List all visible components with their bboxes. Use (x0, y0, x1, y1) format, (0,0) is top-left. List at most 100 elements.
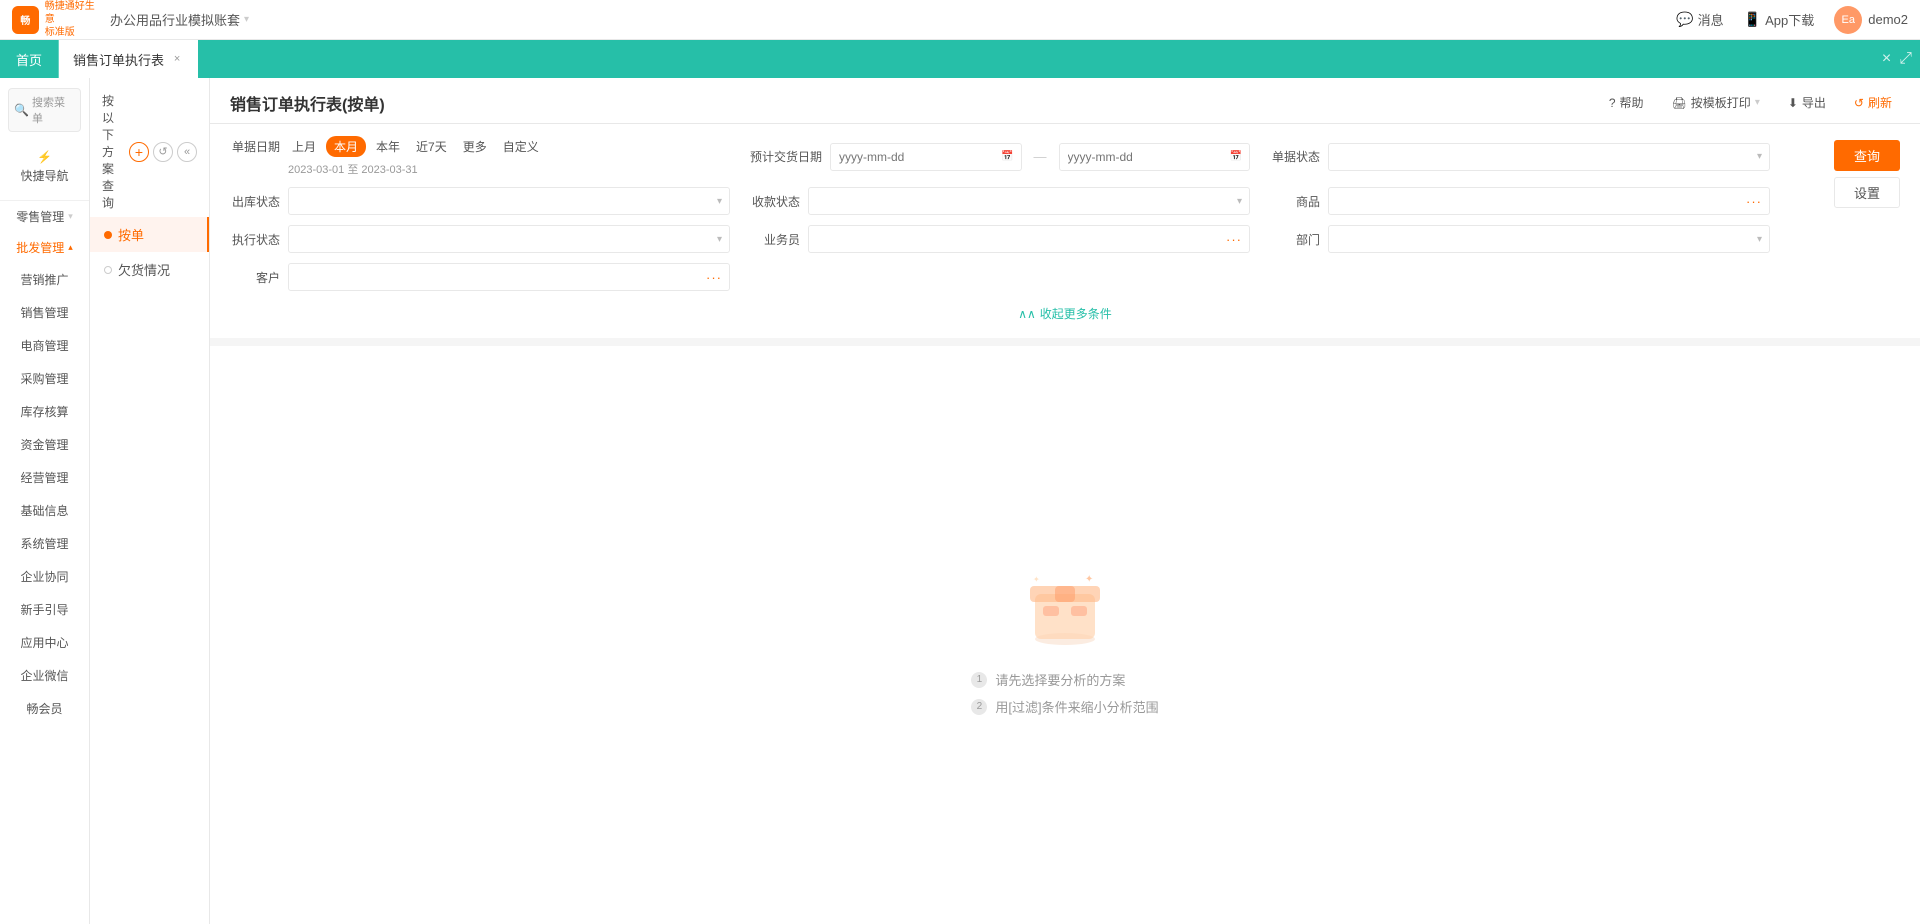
tab-active[interactable]: 销售订单执行表 × (59, 40, 198, 78)
filter-customer-field: 客户 ··· (230, 263, 730, 291)
customer-input-wrap: ··· (288, 263, 730, 291)
hint-text-1: 请先选择要分析的方案 (995, 670, 1125, 689)
filter-grid: 单据日期 上月 本月 本年 近7天 更多 自定义 2023-03-01 至 20… (230, 136, 1900, 177)
collapse-icon: ∧∧ (1018, 307, 1036, 321)
tab-home-label: 首页 (16, 50, 42, 69)
scheme-item-by-order[interactable]: 按单 (90, 217, 209, 252)
page-actions: ? 帮助 🖨 按模板打印 ▾ ⬇ 导出 ↺ 刷新 (1601, 90, 1900, 115)
active-dot (104, 231, 112, 239)
sidebar-item-purchase[interactable]: 采购管理 (0, 362, 89, 395)
sidebar-item-finance[interactable]: 资金管理 (0, 428, 89, 461)
sidebar-label-purchase: 采购管理 (20, 370, 68, 387)
sidebar-item-inventory[interactable]: 库存核算 (0, 395, 89, 428)
date-btn-last-month[interactable]: 上月 (286, 136, 322, 157)
sidebar-item-system[interactable]: 系统管理 (0, 527, 89, 560)
refresh-scheme-button[interactable]: ↺ (153, 142, 173, 162)
salesperson-picker-icon[interactable]: ··· (1226, 232, 1242, 247)
sidebar-quick-nav: ⚡ 快捷导航 (0, 138, 89, 200)
logo-icon: 畅 (12, 6, 39, 34)
add-scheme-button[interactable]: + (129, 142, 149, 162)
sidebar-item-enterprise[interactable]: 企业协同 (0, 560, 89, 593)
collapse-panel-button[interactable]: « (177, 142, 197, 162)
expected-date-from-input[interactable] (830, 143, 1022, 171)
empty-state: ✦ ✦ 1 请先选择要分析的方案 2 用[过滤]条件来缩小分析范围 (210, 346, 1920, 924)
avatar-text: Ea (1842, 14, 1855, 26)
filter-grid-row2: 出库状态 ▾ 收款状态 ▾ (230, 187, 1900, 215)
scheme-item-shortage[interactable]: 欠货情况 (90, 252, 209, 287)
sidebar-item-member[interactable]: 畅会员 (0, 692, 89, 725)
goods-input[interactable] (1328, 187, 1770, 215)
salesperson-input[interactable] (808, 225, 1250, 253)
filter-dept-field: 部门 ▾ (1270, 225, 1770, 253)
search-icon: 🔍 (14, 103, 29, 117)
query-button[interactable]: 查询 (1834, 140, 1900, 171)
goods-picker-icon[interactable]: ··· (1746, 194, 1762, 209)
export-label: 导出 (1802, 94, 1826, 111)
sidebar-item-wholesale[interactable]: 批发管理 ▴ (0, 232, 89, 263)
sidebar-item-wechat[interactable]: 企业微信 (0, 659, 89, 692)
sidebar-label-operations: 经营管理 (20, 469, 68, 486)
content-area: 销售订单执行表(按单) ? 帮助 🖨 按模板打印 ▾ ⬇ 导出 ↺ 刷新 (210, 78, 1920, 924)
settings-button[interactable]: 设置 (1834, 177, 1900, 208)
date-btn-last-7-days[interactable]: 近7天 (410, 136, 453, 157)
user-menu[interactable]: Ea demo2 (1834, 6, 1908, 34)
message-action[interactable]: 💬 消息 (1676, 10, 1723, 29)
expected-date-label: 预计交货日期 (750, 148, 822, 165)
date-btn-custom[interactable]: 自定义 (497, 136, 545, 157)
industry-name: 办公用品行业模拟账套 (110, 10, 240, 29)
sidebar-item-sales[interactable]: 销售管理 (0, 296, 89, 329)
salesperson-input-wrap: ··· (808, 225, 1250, 253)
industry-selector[interactable]: 办公用品行业模拟账套 ▾ (102, 6, 257, 33)
sidebar-item-guide[interactable]: 新手引导 (0, 593, 89, 626)
filter-status-field: 单据状态 ▾ (1270, 136, 1770, 177)
scheme-label-by-order: 按单 (118, 225, 144, 244)
tab-home[interactable]: 首页 (0, 40, 59, 78)
date-btn-this-month[interactable]: 本月 (326, 136, 366, 157)
sidebar-item-basic-info[interactable]: 基础信息 (0, 494, 89, 527)
date-btn-this-year[interactable]: 本年 (370, 136, 406, 157)
refresh-button[interactable]: ↺ 刷新 (1846, 90, 1900, 115)
collapse-more-button[interactable]: ∧∧ 收起更多条件 (230, 295, 1900, 326)
dept-select[interactable] (1328, 225, 1770, 253)
collapse-label: 收起更多条件 (1040, 305, 1112, 322)
sidebar-label-app-center: 应用中心 (20, 634, 68, 651)
refresh-icon: ↺ (1854, 96, 1864, 110)
help-button[interactable]: ? 帮助 (1601, 90, 1652, 115)
export-button[interactable]: ⬇ 导出 (1780, 90, 1834, 115)
date-btn-more[interactable]: 更多 (457, 136, 493, 157)
outbound-select[interactable] (288, 187, 730, 215)
empty-illustration: ✦ ✦ (1015, 554, 1115, 654)
close-window-icon[interactable]: × (1882, 50, 1891, 68)
top-header: 畅 畅捷通好生意标准版 办公用品行业模拟账套 ▾ 💬 消息 📱 App下载 Ea… (0, 0, 1920, 40)
sidebar-item-marketing[interactable]: 营销推广 (0, 263, 89, 296)
sidebar-item-retail[interactable]: 零售管理 ▾ (0, 201, 89, 232)
sidebar-label-retail: 零售管理 (16, 208, 64, 225)
left-panel-header: 按以下方案查询 + ↺ « (90, 86, 209, 217)
sidebar-item-app-center[interactable]: 应用中心 (0, 626, 89, 659)
tab-close-icon[interactable]: × (170, 52, 184, 66)
app-download-icon: 📱 (1744, 11, 1761, 28)
sidebar-search-button[interactable]: 🔍 搜索菜单 (8, 88, 81, 132)
filter-salesperson-field: 业务员 ··· (750, 225, 1250, 253)
main-wrapper: 🔍 搜索菜单 ⚡ 快捷导航 零售管理 ▾ 批发管理 ▴ 营销推广 销售管理 (0, 78, 1920, 924)
customer-picker-icon[interactable]: ··· (706, 270, 722, 285)
search-label: 搜索菜单 (32, 94, 75, 126)
outbound-select-wrap: ▾ (288, 187, 730, 215)
date-label: 单据日期 (230, 138, 280, 155)
sidebar-label-sales: 销售管理 (20, 304, 68, 321)
expected-date-to-input[interactable] (1059, 143, 1251, 171)
sidebar-item-quick-nav[interactable]: ⚡ 快捷导航 (8, 142, 81, 192)
sidebar-item-ecommerce[interactable]: 电商管理 (0, 329, 89, 362)
exec-select[interactable] (288, 225, 730, 253)
logo-abbr: 畅 (20, 12, 30, 27)
template-print-button[interactable]: 🖨 按模板打印 ▾ (1664, 90, 1768, 115)
fullscreen-icon[interactable]: ⤢ (1899, 50, 1912, 68)
date-range-text: 2023-03-01 至 2023-03-31 (288, 164, 418, 176)
app-download-action[interactable]: 📱 App下载 (1744, 10, 1815, 29)
hint-text-2: 用[过滤]条件来缩小分析范围 (995, 697, 1158, 716)
sidebar-item-operations[interactable]: 经营管理 (0, 461, 89, 494)
receipt-select[interactable] (808, 187, 1250, 215)
filter-exec-field: 执行状态 ▾ (230, 225, 730, 253)
status-select[interactable] (1328, 143, 1770, 171)
customer-input[interactable] (288, 263, 730, 291)
